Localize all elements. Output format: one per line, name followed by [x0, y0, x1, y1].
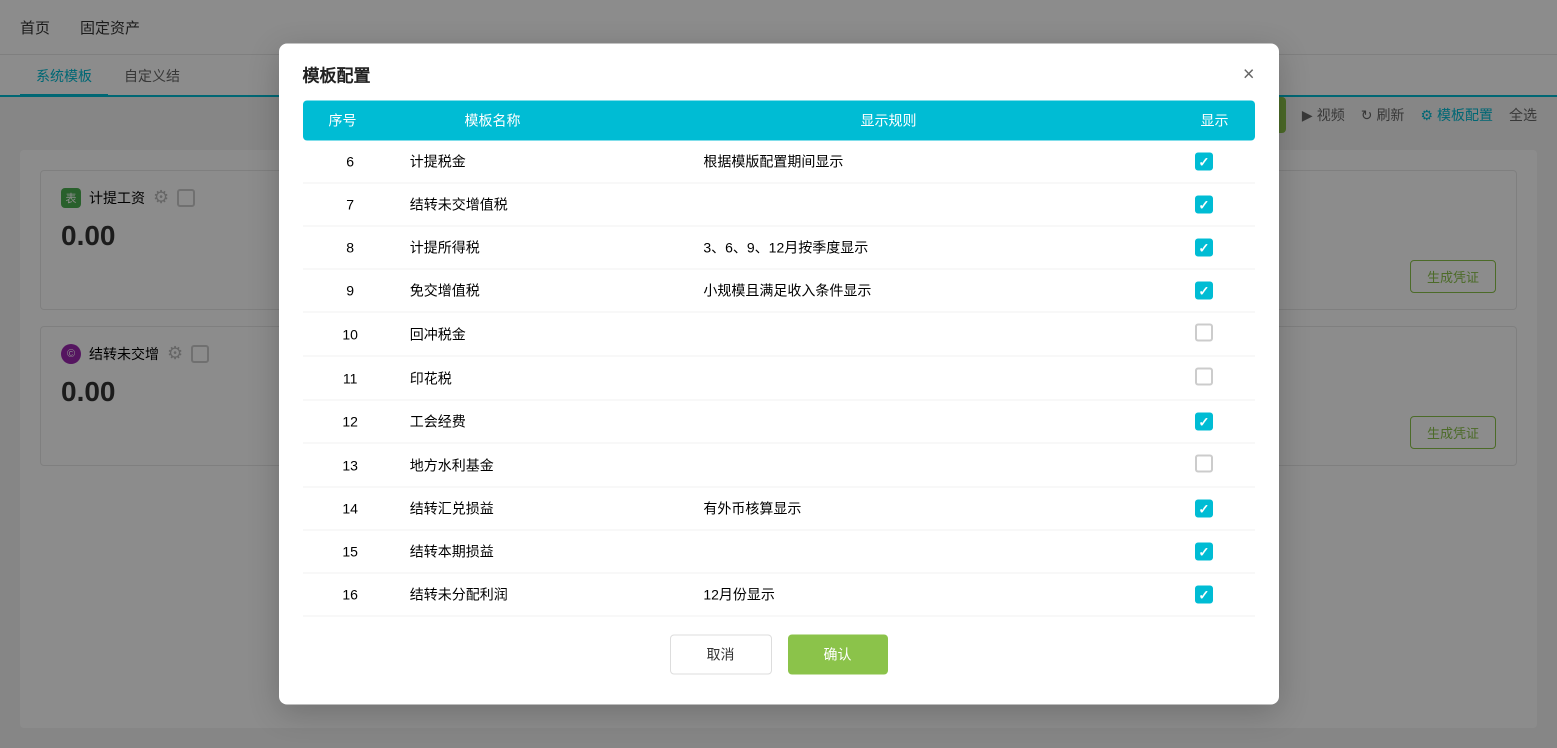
row-name: 结转未交增值税 [398, 183, 692, 226]
row-rule: 根据模版配置期间显示 [691, 141, 1153, 184]
table-row: 15结转本期损益 [303, 530, 1255, 573]
row-rule [691, 183, 1153, 226]
cancel-button[interactable]: 取消 [670, 635, 772, 675]
row-name: 工会经费 [398, 400, 692, 443]
row-name: 印花税 [398, 356, 692, 400]
modal-table-body: 6计提税金根据模版配置期间显示7结转未交增值税8计提所得税3、6、9、12月按季… [303, 141, 1255, 617]
table-row: 13地方水利基金 [303, 443, 1255, 487]
row-id: 6 [303, 141, 398, 184]
col-header-id: 序号 [303, 101, 383, 141]
row-checkbox-cell [1153, 356, 1254, 400]
checkbox-checked[interactable] [1195, 543, 1213, 561]
modal-header: 模板配置 × [279, 44, 1279, 101]
row-name: 回冲税金 [398, 312, 692, 356]
row-name: 结转未分配利润 [398, 573, 692, 616]
checkbox-unchecked[interactable] [1195, 368, 1213, 386]
table-row: 6计提税金根据模版配置期间显示 [303, 141, 1255, 184]
checkbox-unchecked[interactable] [1195, 455, 1213, 473]
modal-close-button[interactable]: × [1243, 64, 1255, 84]
confirm-button[interactable]: 确认 [788, 635, 888, 675]
checkbox-checked[interactable] [1195, 586, 1213, 604]
row-rule: 12月份显示 [691, 573, 1153, 616]
table-row: 8计提所得税3、6、9、12月按季度显示 [303, 226, 1255, 269]
table-row: 7结转未交增值税 [303, 183, 1255, 226]
row-rule: 小规模且满足收入条件显示 [691, 269, 1153, 312]
checkbox-checked[interactable] [1195, 196, 1213, 214]
checkbox-checked[interactable] [1195, 413, 1213, 431]
row-name: 结转汇兑损益 [398, 487, 692, 530]
row-checkbox-cell [1153, 443, 1254, 487]
row-name: 结转本期损益 [398, 530, 692, 573]
checkbox-checked[interactable] [1195, 239, 1213, 257]
checkbox-unchecked[interactable] [1195, 324, 1213, 342]
row-rule: 3、6、9、12月按季度显示 [691, 226, 1153, 269]
row-id: 16 [303, 573, 398, 616]
col-header-rule: 显示规则 [603, 101, 1175, 141]
modal-template-config: 模板配置 × 序号 模板名称 显示规则 显示 6计提税金根据模版配置期间显示7结… [279, 44, 1279, 705]
table-row: 16结转未分配利润12月份显示 [303, 573, 1255, 616]
row-name: 免交增值税 [398, 269, 692, 312]
row-checkbox-cell [1153, 573, 1254, 616]
row-checkbox-cell [1153, 400, 1254, 443]
row-id: 13 [303, 443, 398, 487]
table-row: 14结转汇兑损益有外币核算显示 [303, 487, 1255, 530]
row-id: 10 [303, 312, 398, 356]
row-id: 7 [303, 183, 398, 226]
checkbox-checked[interactable] [1195, 282, 1213, 300]
row-rule [691, 530, 1153, 573]
row-id: 12 [303, 400, 398, 443]
modal-footer: 取消 确认 [279, 617, 1279, 675]
col-header-show: 显示 [1175, 101, 1255, 141]
table-row: 12工会经费 [303, 400, 1255, 443]
table-row: 10回冲税金 [303, 312, 1255, 356]
row-name: 计提税金 [398, 141, 692, 184]
row-id: 14 [303, 487, 398, 530]
table-scroll-area[interactable]: 6计提税金根据模版配置期间显示7结转未交增值税8计提所得税3、6、9、12月按季… [303, 141, 1255, 617]
row-id: 8 [303, 226, 398, 269]
row-checkbox-cell [1153, 487, 1254, 530]
checkbox-checked[interactable] [1195, 153, 1213, 171]
table-row: 9免交增值税小规模且满足收入条件显示 [303, 269, 1255, 312]
checkbox-checked[interactable] [1195, 500, 1213, 518]
row-rule: 有外币核算显示 [691, 487, 1153, 530]
table-row: 11印花税 [303, 356, 1255, 400]
row-checkbox-cell [1153, 183, 1254, 226]
row-checkbox-cell [1153, 226, 1254, 269]
row-id: 11 [303, 356, 398, 400]
row-rule [691, 443, 1153, 487]
row-checkbox-cell [1153, 312, 1254, 356]
row-id: 9 [303, 269, 398, 312]
col-header-name: 模板名称 [383, 101, 603, 141]
row-rule [691, 400, 1153, 443]
row-rule [691, 312, 1153, 356]
modal-title: 模板配置 [303, 62, 371, 87]
row-name: 地方水利基金 [398, 443, 692, 487]
row-checkbox-cell [1153, 141, 1254, 184]
row-rule [691, 356, 1153, 400]
row-id: 15 [303, 530, 398, 573]
row-checkbox-cell [1153, 530, 1254, 573]
row-name: 计提所得税 [398, 226, 692, 269]
row-checkbox-cell [1153, 269, 1254, 312]
modal-table-header: 序号 模板名称 显示规则 显示 [303, 101, 1255, 141]
